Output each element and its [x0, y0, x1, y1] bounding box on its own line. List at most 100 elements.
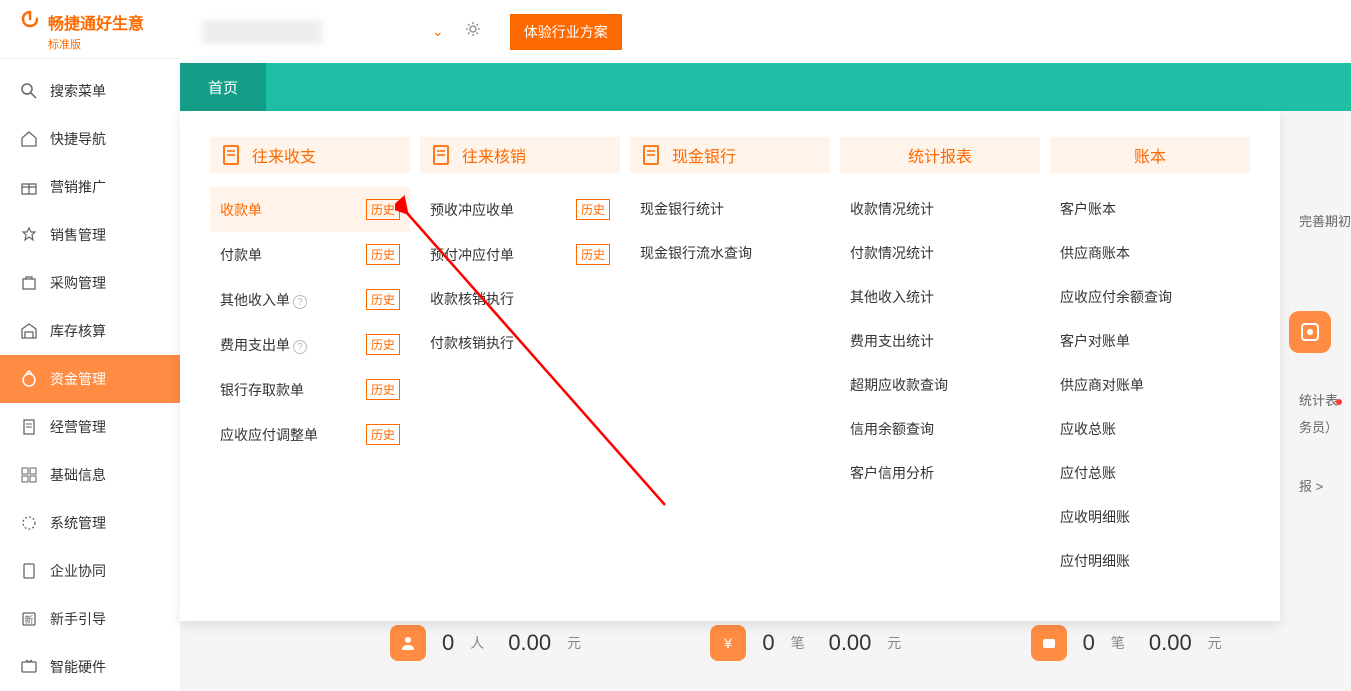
sidebar: 畅捷通好生意 标准版 搜索菜单 快捷导航 营销推广 销售管理 采购管理 库存核算 [0, 0, 180, 691]
flyout-column-header: 账本 [1050, 137, 1250, 173]
tab-home[interactable]: 首页 [180, 63, 266, 111]
history-badge[interactable]: 历史 [366, 289, 400, 310]
flyout-item-label: 其他收入单? [220, 290, 307, 310]
sidebar-item-basicinfo[interactable]: 基础信息 [0, 451, 180, 499]
logo-text: 畅捷通好生意 [48, 10, 144, 34]
flyout-item[interactable]: 付款单历史 [210, 232, 410, 277]
flyout-menu: 往来收支收款单历史付款单历史其他收入单?历史费用支出单?历史银行存取款单历史应收… [180, 111, 1280, 621]
sidebar-item-hardware[interactable]: 智能硬件 [0, 643, 180, 691]
help-icon[interactable]: ? [293, 295, 307, 309]
tv-icon [20, 658, 38, 676]
money-icon [20, 370, 38, 388]
sidebar-item-label: 快捷导航 [50, 129, 106, 149]
sidebar-item-finance[interactable]: 资金管理 [0, 355, 180, 403]
flyout-item-label: 银行存取款单 [220, 380, 304, 400]
home-icon [20, 130, 38, 148]
stats-row: 0人 0.00元 ¥ 0笔 0.00元 0笔 0.00元 [390, 625, 1321, 661]
history-badge[interactable]: 历史 [366, 244, 400, 265]
header: ⌄ 体验行业方案 [180, 0, 1351, 63]
flyout-item-label: 客户账本 [1060, 199, 1116, 219]
sidebar-item-label: 搜索菜单 [50, 81, 106, 101]
sidebar-item-inventory[interactable]: 库存核算 [0, 307, 180, 355]
sidebar-item-label: 库存核算 [50, 321, 106, 341]
flyout-item[interactable]: 预收冲应收单历史 [420, 187, 620, 232]
doc-icon [220, 143, 244, 167]
sidebar-item-label: 智能硬件 [50, 657, 106, 677]
flyout-column-header: 往来收支 [210, 137, 410, 173]
flyout-item[interactable]: 其他收入统计 [840, 275, 1040, 319]
flyout-item[interactable]: 预付冲应付单历史 [420, 232, 620, 277]
sidebar-item-label: 采购管理 [50, 273, 106, 293]
doc-icon [20, 562, 38, 580]
flyout-item[interactable]: 应收应付调整单历史 [210, 412, 410, 457]
hint-link[interactable]: 报 > [1299, 476, 1351, 495]
gear-icon [20, 514, 38, 532]
flyout-item[interactable]: 应付总账 [1050, 451, 1250, 495]
logo-icon [18, 10, 42, 34]
flyout-item[interactable]: 收款单历史 [210, 187, 410, 232]
chevron-down-icon[interactable]: ⌄ [432, 23, 444, 40]
sidebar-item-guide[interactable]: 新 新手引导 [0, 595, 180, 643]
history-badge[interactable]: 历史 [366, 334, 400, 355]
sidebar-item-nav[interactable]: 快捷导航 [0, 115, 180, 163]
flyout-item[interactable]: 收款情况统计 [840, 187, 1040, 231]
sidebar-item-system[interactable]: 系统管理 [0, 499, 180, 547]
flyout-item[interactable]: 客户账本 [1050, 187, 1250, 231]
flyout-item[interactable]: 费用支出统计 [840, 319, 1040, 363]
sidebar-item-sales[interactable]: 销售管理 [0, 211, 180, 259]
flyout-column: 往来核销预收冲应收单历史预付冲应付单历史收款核销执行付款核销执行 [420, 137, 620, 595]
sidebar-item-purchase[interactable]: 采购管理 [0, 259, 180, 307]
flyout-item[interactable]: 银行存取款单 历史 [210, 367, 410, 412]
flyout-item[interactable]: 供应商账本 [1050, 231, 1250, 275]
grid-icon [20, 466, 38, 484]
flyout-item-label: 应收总账 [1060, 419, 1116, 439]
flyout-item-label: 付款核销执行 [430, 333, 514, 353]
flyout-item[interactable]: 现金银行统计 [630, 187, 830, 231]
sidebar-item-label: 系统管理 [50, 513, 106, 533]
history-badge[interactable]: 历史 [576, 199, 610, 220]
flyout-column-header: 统计报表 [840, 137, 1040, 173]
flyout-item[interactable]: 付款核销执行 [420, 321, 620, 365]
flyout-item[interactable]: 应付明细账 [1050, 539, 1250, 583]
flyout-item[interactable]: 客户对账单 [1050, 319, 1250, 363]
flyout-item-label: 信用余额查询 [850, 419, 934, 439]
logo: 畅捷通好生意 标准版 [0, 0, 180, 59]
flyout-column-title: 账本 [1134, 143, 1166, 167]
flyout-item[interactable]: 应收明细账 [1050, 495, 1250, 539]
settings-icon[interactable] [464, 20, 482, 43]
flyout-item[interactable]: 应收应付余额查询 [1050, 275, 1250, 319]
flyout-item[interactable]: 信用余额查询 [840, 407, 1040, 451]
floating-badge[interactable] [1289, 311, 1331, 353]
sidebar-item-collab[interactable]: 企业协同 [0, 547, 180, 595]
history-badge[interactable]: 历史 [366, 424, 400, 445]
history-badge[interactable]: 历史 [366, 199, 400, 220]
flyout-item-label: 超期应收款查询 [850, 375, 948, 395]
flyout-column: 往来收支收款单历史付款单历史其他收入单?历史费用支出单?历史银行存取款单历史应收… [210, 137, 410, 595]
history-badge[interactable]: 历史 [576, 244, 610, 265]
flyout-item[interactable]: 应收总账 [1050, 407, 1250, 451]
svg-text:新: 新 [24, 614, 33, 625]
sidebar-item-search[interactable]: 搜索菜单 [0, 67, 180, 115]
flyout-item[interactable]: 超期应收款查询 [840, 363, 1040, 407]
org-name-blurred [202, 20, 322, 44]
experience-button[interactable]: 体验行业方案 [510, 14, 622, 50]
flyout-item[interactable]: 供应商对账单 [1050, 363, 1250, 407]
history-badge[interactable]: 历史 [366, 379, 400, 400]
flyout-item[interactable]: 其他收入单? 历史 [210, 277, 410, 322]
flyout-item-label: 应收应付余额查询 [1060, 287, 1172, 307]
stat-number: 0 [1083, 630, 1095, 656]
flyout-item[interactable]: 客户信用分析 [840, 451, 1040, 495]
sidebar-item-operation[interactable]: 经营管理 [0, 403, 180, 451]
flyout-item-label: 费用支出单? [220, 335, 307, 355]
flyout-item-label: 现金银行统计 [640, 199, 724, 219]
flyout-column-header: 往来核销 [420, 137, 620, 173]
flyout-item-label: 应收明细账 [1060, 507, 1130, 527]
doc-icon [640, 143, 664, 167]
flyout-item[interactable]: 付款情况统计 [840, 231, 1040, 275]
flyout-item[interactable]: 收款核销执行 [420, 277, 620, 321]
sidebar-item-marketing[interactable]: 营销推广 [0, 163, 180, 211]
help-icon[interactable]: ? [293, 340, 307, 354]
flyout-item[interactable]: 现金银行流水查询 [630, 231, 830, 275]
flyout-item[interactable]: 费用支出单? 历史 [210, 322, 410, 367]
flyout-item-label: 客户对账单 [1060, 331, 1130, 351]
